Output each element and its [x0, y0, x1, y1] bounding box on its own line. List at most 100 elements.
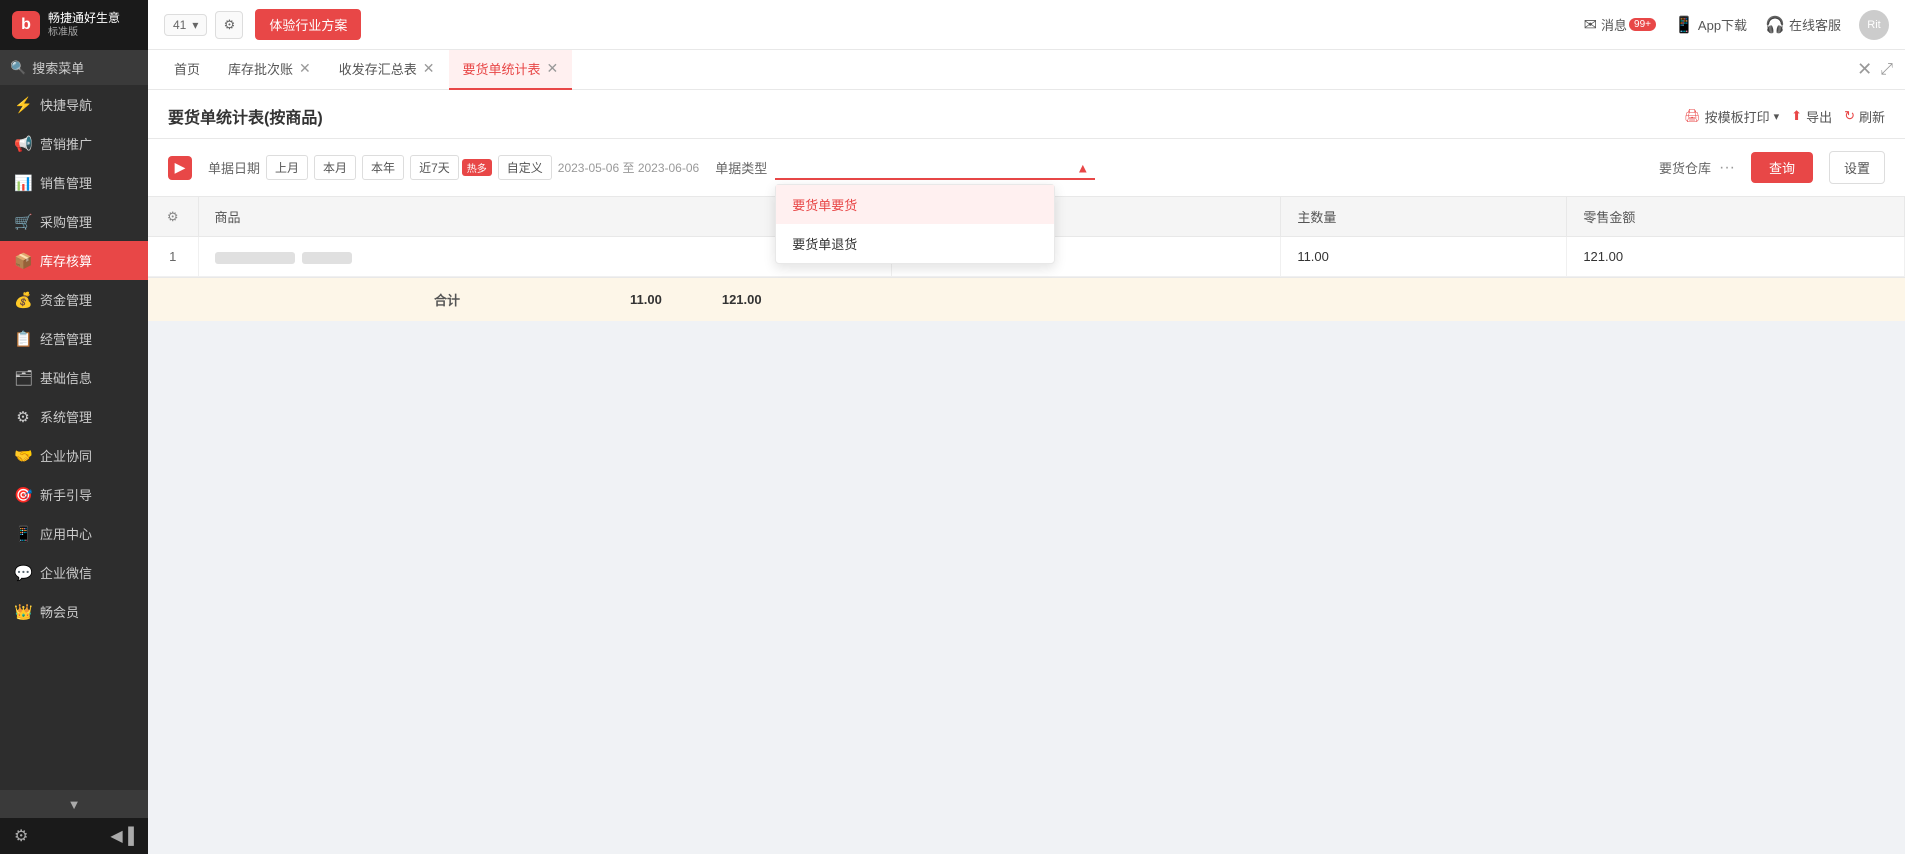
app-download-btn[interactable]: 📱 App下载 — [1674, 15, 1747, 35]
tab-bar: 首页库存批次账✕收发存汇总表✕要货单统计表✕ ✕ ⤢ — [148, 50, 1905, 90]
quantity-col-header: 主数量 — [1281, 197, 1567, 237]
nav-icon-finance: 💰 — [14, 291, 32, 309]
user-avatar[interactable]: Rit — [1859, 10, 1889, 40]
sidebar-item-quick-nav[interactable]: ⚡快捷导航 — [0, 85, 148, 124]
messages-btn[interactable]: ✉ 消息 99+ — [1584, 15, 1656, 35]
tab-receive-summary[interactable]: 收发存汇总表✕ — [325, 50, 449, 90]
top-header: 41 ▾ ⚙ 体验行业方案 ✉ 消息 99+ 📱 App下载 🎧 在线客服 — [148, 0, 1905, 50]
warehouse-more-btn[interactable]: ··· — [1719, 159, 1735, 177]
close-tab-receive-summary[interactable]: ✕ — [423, 60, 435, 77]
tab-home[interactable]: 首页 — [160, 50, 214, 90]
collapse-icon[interactable]: ◀▐ — [110, 826, 134, 846]
nav-icon-quick-nav: ⚡ — [14, 96, 32, 114]
tab-order-summary[interactable]: 要货单统计表✕ — [449, 50, 573, 90]
sidebar-item-marketing[interactable]: 📢营销推广 — [0, 124, 148, 163]
logo-icon: b — [12, 11, 40, 39]
settings-col-header[interactable]: ⚙ — [148, 197, 198, 237]
filter-toggle-btn[interactable]: ▶ — [168, 156, 192, 180]
dropdown-item-requisition[interactable]: 要货单要货 — [776, 185, 1054, 224]
amount-col-header: 零售金额 — [1567, 197, 1905, 237]
product-name-placeholder — [215, 252, 295, 264]
sidebar-item-enterprise-wechat[interactable]: 💬企业微信 — [0, 553, 148, 592]
logo-text: 畅捷通好生意 标准版 — [48, 11, 120, 40]
date-filter-group: 单据日期 上月 本月 本年 近7天 热多 自定义 2023-05-06 至 20… — [208, 155, 699, 180]
last-7-days-btn[interactable]: 近7天 — [410, 155, 459, 180]
sidebar-item-app-center[interactable]: 📱应用中心 — [0, 514, 148, 553]
warehouse-filter-group: 要货仓库 ··· — [1659, 158, 1735, 177]
export-icon: ⬆ — [1791, 108, 1802, 124]
app-logo: b 畅捷通好生意 标准版 — [0, 0, 148, 50]
sidebar-item-inventory[interactable]: 📦库存核算 — [0, 241, 148, 280]
tab-bar-right: ✕ ⤢ — [1857, 59, 1893, 80]
header-settings-btn[interactable]: ⚙ — [215, 11, 243, 39]
sidebar-item-finance[interactable]: 💰资金管理 — [0, 280, 148, 319]
total-quantity: 11.00 — [630, 292, 662, 307]
sidebar-search[interactable]: 🔍 搜索菜单 — [0, 50, 148, 85]
page-actions: 🖨 按模板打印 ▾ ⬆ 导出 ↻ 刷新 — [1684, 107, 1885, 126]
page-content: 要货单统计表(按商品) 🖨 按模板打印 ▾ ⬆ 导出 ↻ 刷新 ▶ — [148, 90, 1905, 854]
sidebar-item-system[interactable]: ⚙系统管理 — [0, 397, 148, 436]
settings-icon[interactable]: ⚙ — [14, 826, 28, 846]
header-left: 41 ▾ ⚙ 体验行业方案 — [164, 9, 1584, 40]
last-month-btn[interactable]: 上月 — [266, 155, 308, 180]
chevron-down-icon: ▾ — [192, 18, 198, 32]
expand-tabs-btn[interactable]: ⤢ — [1880, 61, 1893, 79]
sidebar-item-vip[interactable]: 👑畅会员 — [0, 592, 148, 631]
close-tab-order-summary[interactable]: ✕ — [547, 60, 559, 77]
type-input-wrap: ▲ 要货单要货 要货单退货 — [775, 155, 1095, 180]
header-right: ✉ 消息 99+ 📱 App下载 🎧 在线客服 Rit — [1584, 10, 1889, 40]
breadcrumb-selector[interactable]: 41 ▾ — [164, 14, 207, 36]
col-settings-icon[interactable]: ⚙ — [167, 209, 179, 224]
online-service-btn[interactable]: 🎧 在线客服 — [1765, 15, 1841, 35]
sidebar-nav: ⚡快捷导航📢营销推广📊销售管理🛒采购管理📦库存核算💰资金管理📋经营管理🗂基础信息… — [0, 85, 148, 790]
nav-icon-inventory: 📦 — [14, 252, 32, 270]
type-filter-label: 单据类型 — [715, 158, 767, 177]
total-label: 合计 — [434, 290, 460, 309]
type-input[interactable] — [775, 155, 1095, 180]
close-all-tabs-btn[interactable]: ✕ — [1857, 59, 1872, 80]
custom-date-btn[interactable]: 自定义 — [498, 155, 552, 180]
print-icon: 🖨 — [1684, 108, 1701, 124]
download-icon: 📱 — [1674, 15, 1694, 35]
total-row: 合计 11.00 121.00 — [148, 277, 1905, 321]
sidebar-scroll-down[interactable]: ▼ — [0, 790, 148, 818]
type-filter-group: 单据类型 ▲ 要货单要货 要货单退货 — [715, 155, 1643, 180]
print-btn[interactable]: 🖨 按模板打印 ▾ — [1684, 107, 1779, 126]
tab-inventory-batch[interactable]: 库存批次账✕ — [214, 50, 325, 90]
sidebar-item-basic-info[interactable]: 🗂基础信息 — [0, 358, 148, 397]
query-btn[interactable]: 查询 — [1751, 152, 1813, 183]
this-year-btn[interactable]: 本年 — [362, 155, 404, 180]
close-tab-inventory-batch[interactable]: ✕ — [299, 60, 311, 77]
this-month-btn[interactable]: 本月 — [314, 155, 356, 180]
export-btn[interactable]: ⬆ 导出 — [1791, 107, 1832, 126]
nav-icon-enterprise: 🤝 — [14, 447, 32, 465]
avatar: Rit — [1859, 10, 1889, 40]
nav-icon-vip: 👑 — [14, 603, 32, 621]
search-icon: 🔍 — [10, 60, 26, 76]
dropdown-item-return[interactable]: 要货单退货 — [776, 224, 1054, 263]
sidebar-item-operations[interactable]: 📋经营管理 — [0, 319, 148, 358]
trial-btn[interactable]: 体验行业方案 — [255, 9, 361, 40]
type-dropdown: 要货单要货 要货单退货 — [775, 184, 1055, 264]
sidebar-item-enterprise[interactable]: 🤝企业协同 — [0, 436, 148, 475]
warehouse-label: 要货仓库 — [1659, 158, 1711, 177]
sidebar: b 畅捷通好生意 标准版 🔍 搜索菜单 ⚡快捷导航📢营销推广📊销售管理🛒采购管理… — [0, 0, 148, 854]
nav-icon-operations: 📋 — [14, 330, 32, 348]
service-icon: 🎧 — [1765, 15, 1785, 35]
sidebar-item-guide[interactable]: 🎯新手引导 — [0, 475, 148, 514]
set-btn[interactable]: 设置 — [1829, 151, 1885, 184]
sidebar-item-purchase[interactable]: 🛒采购管理 — [0, 202, 148, 241]
sidebar-item-sales[interactable]: 📊销售管理 — [0, 163, 148, 202]
type-dropdown-arrow[interactable]: ▲ — [1076, 160, 1089, 175]
hot-badge: 热多 — [462, 159, 492, 176]
chevron-down-icon: ▾ — [1774, 110, 1780, 123]
product-code-placeholder — [302, 252, 352, 264]
nav-icon-purchase: 🛒 — [14, 213, 32, 231]
total-amount: 121.00 — [722, 292, 762, 307]
page-title-bar: 要货单统计表(按商品) 🖨 按模板打印 ▾ ⬆ 导出 ↻ 刷新 — [148, 90, 1905, 139]
date-filter-label: 单据日期 — [208, 158, 260, 177]
nav-icon-basic-info: 🗂 — [14, 369, 32, 387]
message-icon: ✉ — [1584, 15, 1597, 35]
refresh-btn[interactable]: ↻ 刷新 — [1844, 107, 1885, 126]
nav-icon-guide: 🎯 — [14, 486, 32, 504]
